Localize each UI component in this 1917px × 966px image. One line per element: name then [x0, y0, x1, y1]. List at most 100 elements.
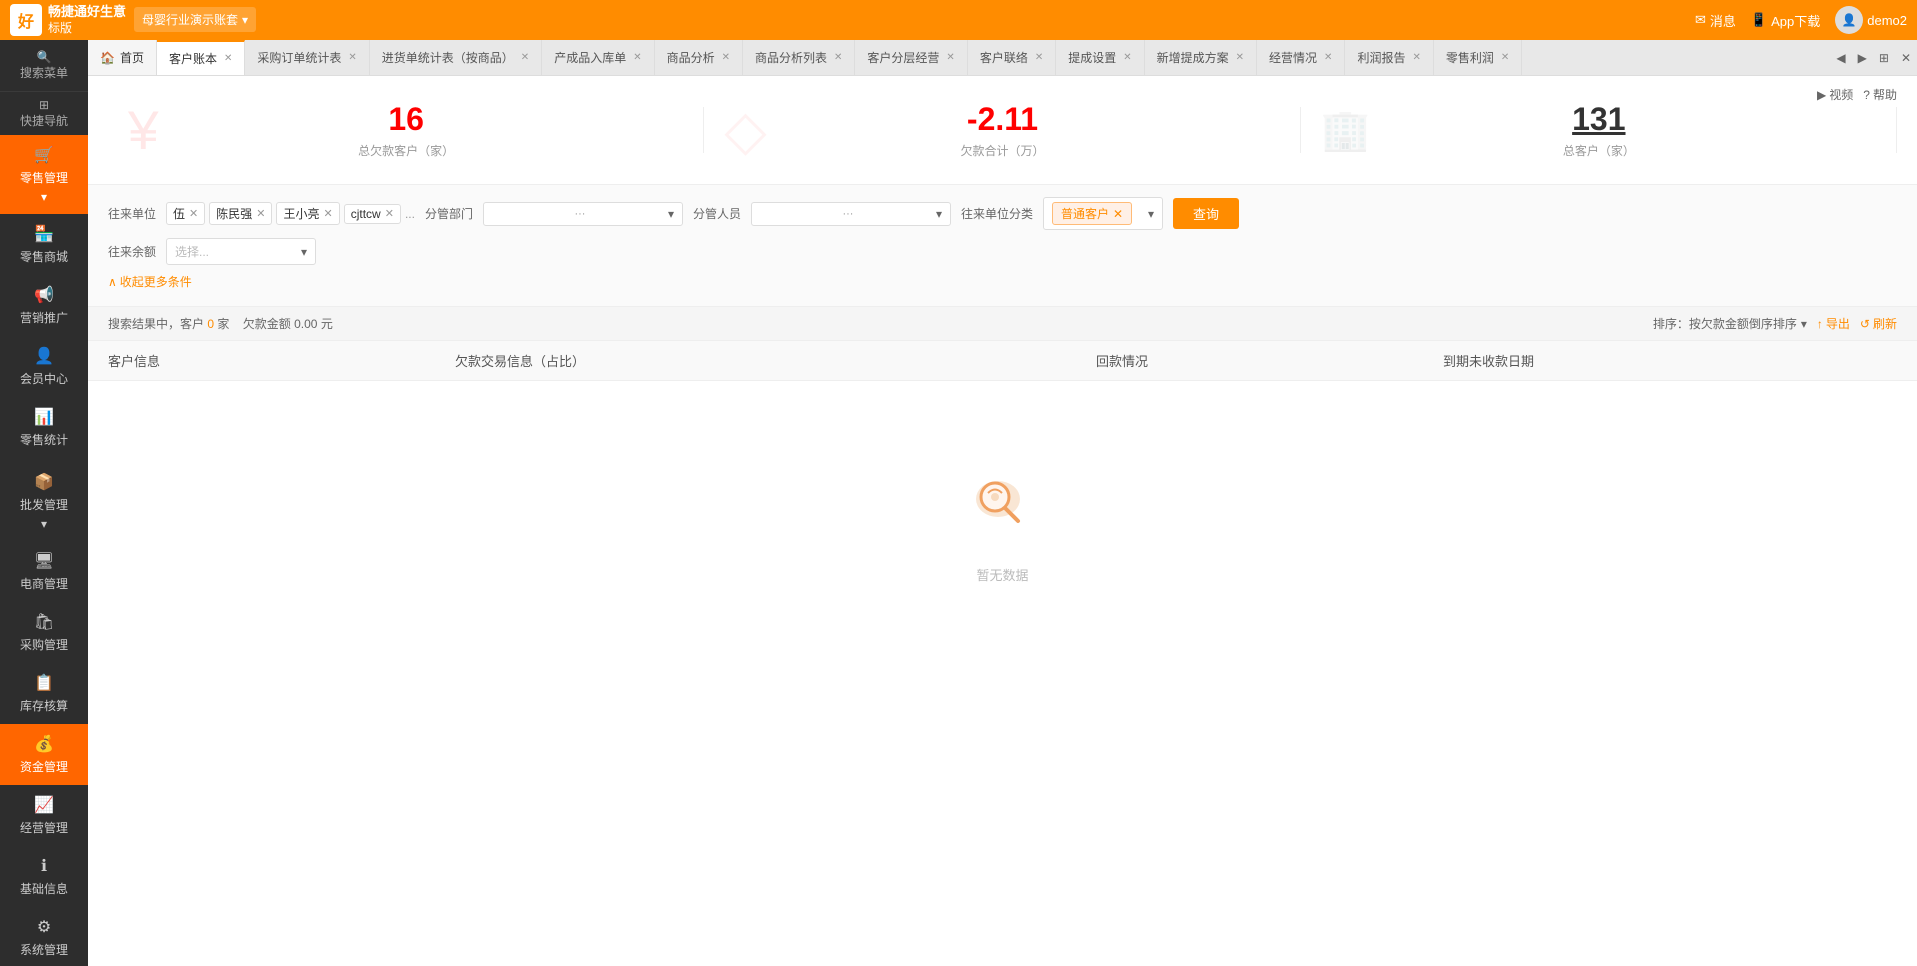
- category-tag-close[interactable]: ✕: [1113, 207, 1123, 221]
- tab-close-customer-ledger[interactable]: ✕: [224, 53, 232, 64]
- tab-new-commission[interactable]: 新增提成方案 ✕: [1145, 40, 1257, 75]
- tab-nav-expand[interactable]: ⊞: [1873, 40, 1895, 75]
- mall-icon: 🏪: [34, 224, 54, 244]
- tab-close-3[interactable]: ✕: [633, 52, 641, 63]
- sidebar-item-retail-mgmt[interactable]: 🛒 零售管理 ▾: [0, 135, 88, 214]
- tab-close-6[interactable]: ✕: [946, 52, 954, 63]
- tab-retail-profit[interactable]: 零售利润 ✕: [1434, 40, 1522, 75]
- sidebar-item-member[interactable]: 👤 会员中心: [0, 336, 88, 397]
- org-selector[interactable]: 母婴行业演示账套 ▾: [134, 7, 256, 32]
- tab-customer-ledger[interactable]: 客户账本 ✕: [157, 40, 245, 75]
- tab-nav-prev[interactable]: ◀: [1830, 40, 1851, 75]
- tag-cjttcw[interactable]: cjttcw ✕: [344, 204, 401, 224]
- tab-close-10[interactable]: ✕: [1324, 52, 1332, 63]
- dept-select[interactable]: ··· ▾: [483, 202, 683, 226]
- refresh-btn[interactable]: ↺ 刷新: [1860, 315, 1897, 332]
- stats-bar: ¥ 16 总欠款客户（家） ◇ -2.11 欠款合计（万） 🏢 131 总客户（…: [88, 76, 1917, 185]
- tab-close-7[interactable]: ✕: [1035, 52, 1043, 63]
- tab-close-11[interactable]: ✕: [1412, 52, 1420, 63]
- stat-icon-1: ¥: [128, 98, 159, 162]
- person-label: 分管人员: [693, 205, 741, 222]
- tab-close-1[interactable]: ✕: [348, 52, 356, 63]
- sidebar-item-purchase[interactable]: 🛍 采购管理: [0, 602, 88, 663]
- sidebar-item-wholesale[interactable]: 📦 批发管理 ▾: [0, 462, 88, 541]
- video-btn[interactable]: ▶ 视频: [1817, 86, 1853, 103]
- content-area: 🏠 首页 客户账本 ✕ 采购订单统计表 ✕ 进货单统计表（按商品） ✕ 产成品入…: [88, 40, 1917, 966]
- sidebar-item-ecommerce[interactable]: 🖥 电商管理: [0, 541, 88, 602]
- top-bar: 好 畅捷通好生意 标版 母婴行业演示账套 ▾ ✉ 消息 📱 App下载 👤 de…: [0, 0, 1917, 40]
- stat-icon-3: 🏢: [1321, 107, 1371, 154]
- collapse-btn[interactable]: ∧ 收起更多条件: [108, 273, 1897, 290]
- sidebar-item-marketing[interactable]: 📢 营销推广: [0, 275, 88, 336]
- tab-commission-settings[interactable]: 提成设置 ✕: [1056, 40, 1144, 75]
- stat-block-customers: ¥ 16 总欠款客户（家）: [108, 91, 704, 169]
- tab-product-analysis[interactable]: 商品分析 ✕: [655, 40, 743, 75]
- finance-icon: 💰: [34, 734, 54, 754]
- sidebar-search[interactable]: 🔍 搜索菜单: [0, 40, 88, 92]
- tab-nav-next[interactable]: ▶: [1852, 40, 1873, 75]
- stat-value-total: 131: [1572, 101, 1625, 138]
- tab-purchase-order-stats[interactable]: 采购订单统计表 ✕: [245, 40, 369, 75]
- result-actions: 排序：按欠款金额倒序排序 ▾ ↑ 导出 ↺ 刷新: [1653, 315, 1897, 332]
- remainder-select[interactable]: 选择... ▾: [166, 238, 316, 265]
- tab-profit-report[interactable]: 利润报告 ✕: [1345, 40, 1433, 75]
- tab-product-inbound[interactable]: 产成品入库单 ✕: [542, 40, 654, 75]
- tab-close-9[interactable]: ✕: [1236, 52, 1244, 63]
- sidebar-item-system[interactable]: ⚙ 系统管理: [0, 907, 88, 966]
- query-button[interactable]: 查询: [1173, 198, 1239, 229]
- messages-btn[interactable]: ✉ 消息: [1695, 11, 1736, 30]
- chevron-person: ▾: [936, 207, 942, 221]
- tab-product-analysis-list[interactable]: 商品分析列表 ✕: [743, 40, 855, 75]
- arrow-icon-2: ▾: [41, 517, 47, 531]
- tag-wang-close[interactable]: ✕: [324, 207, 333, 220]
- app-download-btn[interactable]: 📱 App下载: [1751, 11, 1820, 30]
- tag-chen[interactable]: 陈民强 ✕: [209, 202, 272, 225]
- collapse-row: ∧ 收起更多条件: [108, 273, 1897, 290]
- tab-close-8[interactable]: ✕: [1123, 52, 1131, 63]
- stat-icon-2: ◇: [724, 98, 766, 162]
- sidebar-item-retail-mall[interactable]: 🏪 零售商城: [0, 214, 88, 275]
- help-btn[interactable]: ? 帮助: [1863, 86, 1897, 103]
- sidebar-item-operation[interactable]: 📈 经营管理: [0, 785, 88, 846]
- export-btn[interactable]: ↑ 导出: [1817, 315, 1850, 332]
- tab-close-2[interactable]: ✕: [521, 52, 529, 63]
- member-icon: 👤: [34, 346, 54, 366]
- table-head: 客户信息 欠款交易信息（占比） 回款情况 到期未收款日期: [88, 341, 1917, 381]
- sidebar-item-base-info[interactable]: ℹ 基础信息: [0, 846, 88, 907]
- tab-home[interactable]: 🏠 首页: [88, 40, 157, 75]
- home-icon: 🏠: [100, 51, 115, 65]
- tab-nav-close-all[interactable]: ✕: [1895, 40, 1917, 75]
- collapse-up-icon: ∧: [108, 275, 117, 289]
- stat-label-total: 总客户（家）: [1563, 142, 1635, 159]
- logo-icon: 好: [10, 4, 42, 36]
- tab-business-status[interactable]: 经营情况 ✕: [1257, 40, 1345, 75]
- tag-wu[interactable]: 伍 ✕: [166, 202, 205, 225]
- sidebar-item-retail-stats[interactable]: 📊 零售统计: [0, 397, 88, 458]
- top-bar-left: 好 畅捷通好生意 标版 母婴行业演示账套 ▾: [10, 4, 256, 36]
- tag-wang[interactable]: 王小亮 ✕: [276, 202, 339, 225]
- tab-customer-contact[interactable]: 客户联络 ✕: [968, 40, 1056, 75]
- tag-cjttcw-close[interactable]: ✕: [385, 207, 394, 220]
- remainder-label: 往来余额: [108, 243, 156, 260]
- tab-close-4[interactable]: ✕: [722, 52, 730, 63]
- stat-value-debt: -2.11: [967, 101, 1038, 138]
- inventory-icon: 📋: [34, 673, 54, 693]
- sidebar-item-inventory[interactable]: 📋 库存核算: [0, 663, 88, 724]
- tag-chen-close[interactable]: ✕: [256, 207, 265, 220]
- filter-more-btn[interactable]: ...: [405, 207, 415, 221]
- dept-label: 分管部门: [425, 205, 473, 222]
- sidebar-item-finance[interactable]: 💰 资金管理: [0, 724, 88, 785]
- category-select[interactable]: 普通客户 ✕ ▾: [1043, 197, 1163, 230]
- stats-icon: 📊: [34, 407, 54, 427]
- top-bar-right: ✉ 消息 📱 App下载 👤 demo2: [1695, 6, 1907, 34]
- tab-inbound-stats[interactable]: 进货单统计表（按商品） ✕: [370, 40, 542, 75]
- tab-customer-tier[interactable]: 客户分层经营 ✕: [855, 40, 967, 75]
- avatar: 👤: [1835, 6, 1863, 34]
- person-select[interactable]: ··· ▾: [751, 202, 951, 226]
- sidebar-quick-nav[interactable]: ⊞ 快捷导航: [0, 92, 88, 135]
- tag-wu-close[interactable]: ✕: [189, 207, 198, 220]
- user-profile[interactable]: 👤 demo2: [1835, 6, 1907, 34]
- tab-close-5[interactable]: ✕: [834, 52, 842, 63]
- sort-select[interactable]: 排序：按欠款金额倒序排序 ▾: [1653, 315, 1807, 332]
- tab-close-12[interactable]: ✕: [1501, 52, 1509, 63]
